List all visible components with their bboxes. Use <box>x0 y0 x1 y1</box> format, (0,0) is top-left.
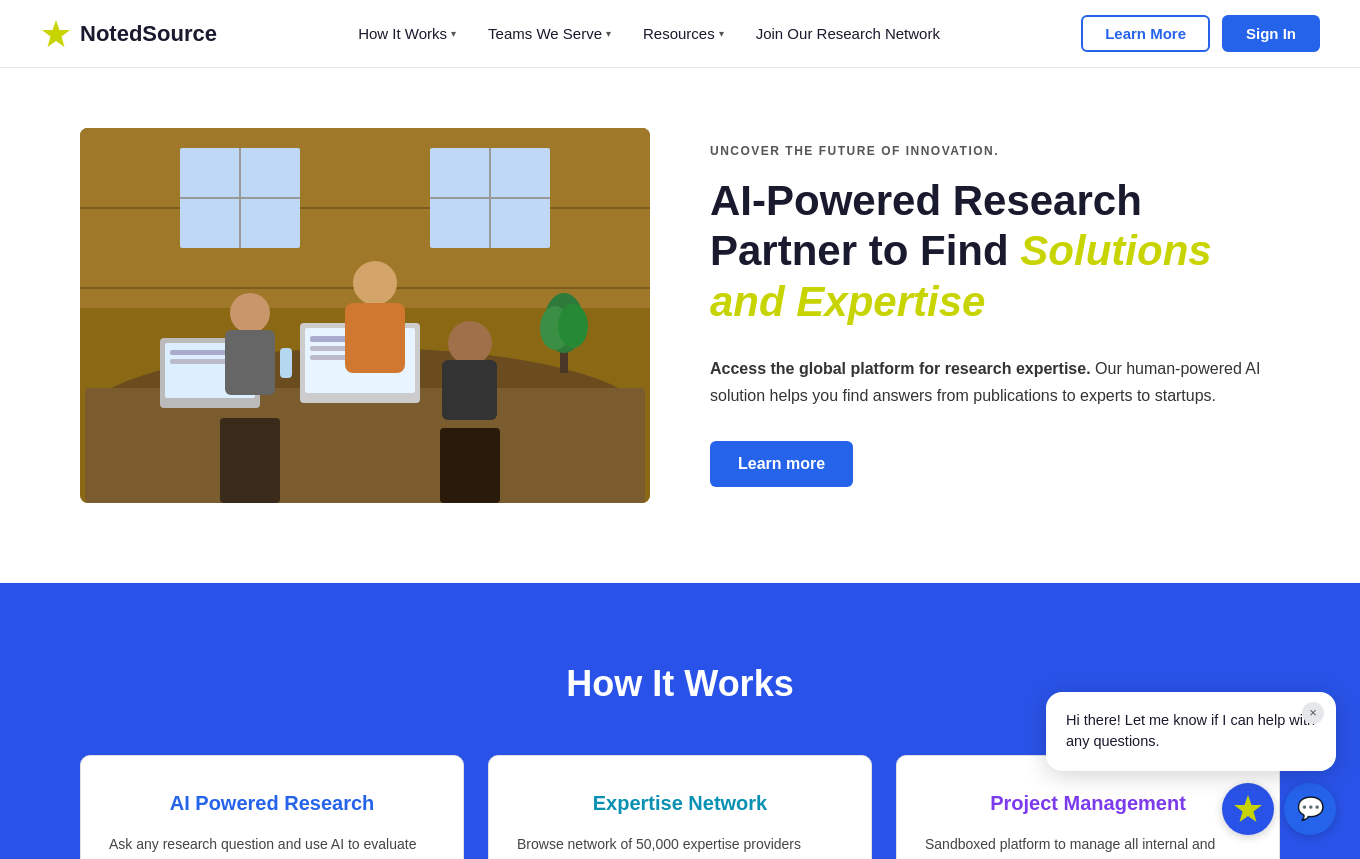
svg-point-22 <box>353 261 397 305</box>
svg-marker-35 <box>1234 795 1262 822</box>
navbar: NotedSource How It Works ▾ Teams We Serv… <box>0 0 1360 68</box>
card-ai-research: AI Powered Research Ask any research que… <box>80 755 464 859</box>
chevron-down-icon: ▾ <box>451 28 456 39</box>
svg-rect-20 <box>170 350 230 355</box>
svg-rect-33 <box>220 418 280 503</box>
card-ai-research-desc: Ask any research question and use AI to … <box>109 833 435 859</box>
chat-icons-row: 💬 <box>1046 783 1336 835</box>
nav-how-it-works[interactable]: How It Works ▾ <box>344 17 470 50</box>
hero-cta-button[interactable]: Learn more <box>710 441 853 487</box>
hero-illustration <box>80 128 650 503</box>
chevron-down-icon: ▾ <box>719 28 724 39</box>
logo[interactable]: NotedSource <box>40 18 217 50</box>
hero-description: Access the global platform for research … <box>710 355 1280 409</box>
nav-teams-we-serve[interactable]: Teams We Serve ▾ <box>474 17 625 50</box>
svg-point-31 <box>558 304 588 348</box>
chat-widget: × Hi there! Let me know if I can help wi… <box>1046 692 1336 836</box>
learn-more-button[interactable]: Learn More <box>1081 15 1210 52</box>
sign-in-button[interactable]: Sign In <box>1222 15 1320 52</box>
nav-join-research-network[interactable]: Join Our Research Network <box>742 17 954 50</box>
hero-content: UNCOVER THE FUTURE OF INNOVATION. AI-Pow… <box>710 144 1280 488</box>
svg-point-24 <box>230 293 270 333</box>
chat-bubble: × Hi there! Let me know if I can help wi… <box>1046 692 1336 772</box>
svg-marker-0 <box>42 20 70 47</box>
nav-resources[interactable]: Resources ▾ <box>629 17 738 50</box>
chat-icon: 💬 <box>1297 796 1324 822</box>
nav-links: How It Works ▾ Teams We Serve ▾ Resource… <box>344 17 954 50</box>
chat-star-icon <box>1232 793 1264 825</box>
chat-message: Hi there! Let me know if I can help with… <box>1066 710 1316 754</box>
chat-avatar[interactable] <box>1222 783 1274 835</box>
nav-actions: Learn More Sign In <box>1081 15 1320 52</box>
logo-star-icon <box>40 18 72 50</box>
card-project-desc: Sandboxed platform to manage all interna… <box>925 833 1251 859</box>
hero-eyebrow: UNCOVER THE FUTURE OF INNOVATION. <box>710 144 1280 158</box>
hero-image <box>80 128 650 503</box>
chat-close-button[interactable]: × <box>1302 702 1324 724</box>
chat-open-button[interactable]: 💬 <box>1284 783 1336 835</box>
card-expertise-network: Expertise Network Browse network of 50,0… <box>488 755 872 859</box>
svg-point-26 <box>448 321 492 365</box>
card-expertise-title: Expertise Network <box>517 792 843 815</box>
card-expertise-desc: Browse network of 50,000 expertise provi… <box>517 833 843 859</box>
svg-rect-32 <box>280 348 292 378</box>
hero-section: UNCOVER THE FUTURE OF INNOVATION. AI-Pow… <box>0 68 1360 583</box>
chevron-down-icon: ▾ <box>606 28 611 39</box>
svg-rect-23 <box>345 303 405 373</box>
card-ai-research-title: AI Powered Research <box>109 792 435 815</box>
hero-title: AI-Powered Research Partner to Find Solu… <box>710 176 1280 327</box>
logo-text: NotedSource <box>80 21 217 47</box>
svg-rect-34 <box>440 428 500 503</box>
svg-rect-27 <box>442 360 497 420</box>
svg-rect-25 <box>225 330 275 395</box>
